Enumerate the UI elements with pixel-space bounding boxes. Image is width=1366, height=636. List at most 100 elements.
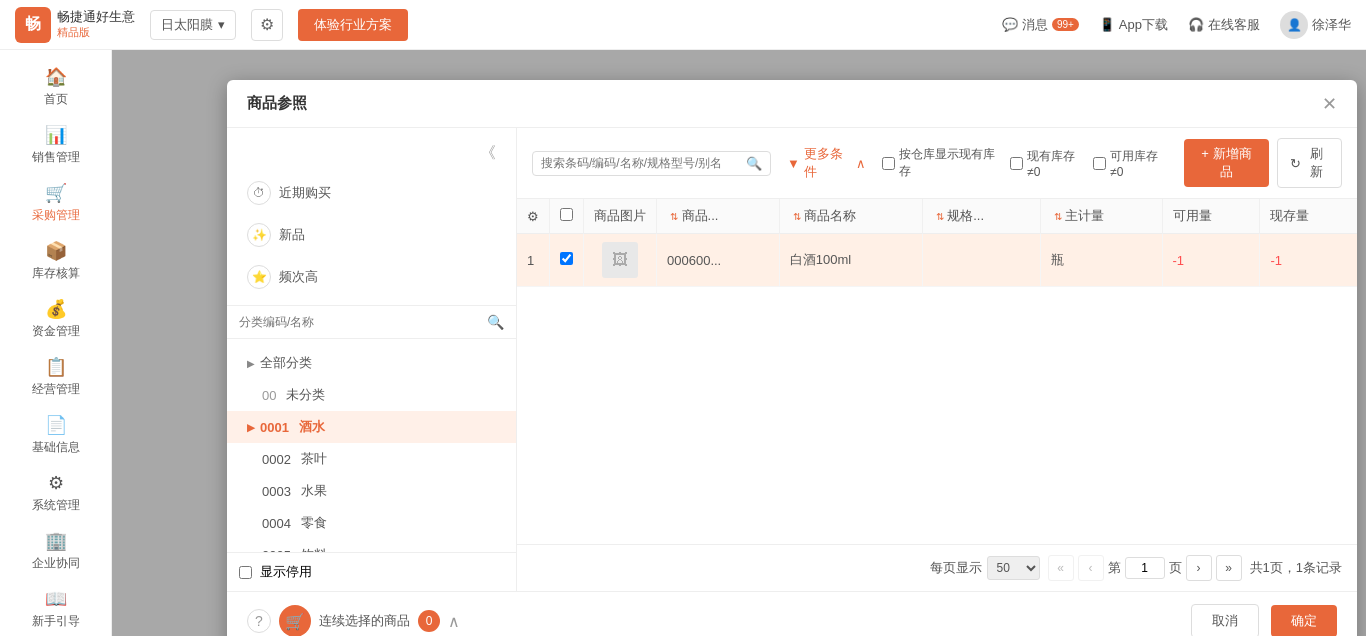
col-code[interactable]: ⇅ 商品... <box>657 199 780 234</box>
col-stock[interactable]: 现存量 <box>1260 199 1357 234</box>
recent-purchase-item[interactable]: ⏱ 近期购买 <box>239 175 504 211</box>
navbar-right: 💬 消息 99+ 📱 App下载 🎧 在线客服 👤 徐泽华 <box>1002 11 1351 39</box>
page-nav: « ‹ 第 页 › » <box>1048 555 1242 581</box>
category-0002[interactable]: 0002 茶叶 <box>227 443 516 475</box>
col-spec[interactable]: ⇅ 规格... <box>922 199 1040 234</box>
user-item[interactable]: 👤 徐泽华 <box>1280 11 1351 39</box>
confirm-button[interactable]: 确定 <box>1271 605 1337 636</box>
system-icon: ⚙ <box>48 472 64 494</box>
col-image: 商品图片 <box>584 199 657 234</box>
online-service-item[interactable]: 🎧 在线客服 <box>1188 16 1260 34</box>
frequent-label: 频次高 <box>279 268 318 286</box>
cancel-button[interactable]: 取消 <box>1191 604 1259 636</box>
category-all[interactable]: ▶ 全部分类 <box>227 347 516 379</box>
available-stock-checkbox[interactable] <box>1093 157 1106 170</box>
basic-icon: 📄 <box>45 414 67 436</box>
sidebar-label-sales: 销售管理 <box>32 149 80 166</box>
refresh-btn[interactable]: ↻ 刷新 <box>1277 138 1342 188</box>
sidebar-item-guide[interactable]: 📖 新手引导 <box>0 580 111 636</box>
category-0002-code: 0002 <box>262 452 291 467</box>
message-item[interactable]: 💬 消息 99+ <box>1002 16 1079 34</box>
next-page-btn[interactable]: › <box>1186 555 1212 581</box>
help-button[interactable]: ? <box>247 609 271 633</box>
select-all-checkbox[interactable] <box>560 208 573 221</box>
category-0001-name: 酒水 <box>299 418 325 436</box>
sidebar-item-sales[interactable]: 📊 销售管理 <box>0 116 111 174</box>
row-unit: 瓶 <box>1040 234 1162 287</box>
filter-button[interactable]: ▼ 更多条件 ∧ <box>779 141 874 185</box>
category-0004-name: 零食 <box>301 514 327 532</box>
warehouse-stock-checkbox-label[interactable]: 按仓库显示现有库存 <box>882 146 1002 180</box>
col-settings[interactable]: ⚙ <box>517 199 550 234</box>
col-unit[interactable]: ⇅ 主计量 <box>1040 199 1162 234</box>
category-0001[interactable]: ▶ 0001 酒水 <box>227 411 516 443</box>
sidebar-item-home[interactable]: 🏠 首页 <box>0 58 111 116</box>
existing-stock-checkbox-label[interactable]: 现有库存≠0 <box>1010 148 1085 179</box>
logo-icon: 畅 <box>15 7 51 43</box>
page-number-input[interactable] <box>1125 557 1165 579</box>
modal-close-button[interactable]: ✕ <box>1322 95 1337 113</box>
table-row[interactable]: 1 🖼 000600... 白酒100ml 瓶 -1 -1 <box>517 234 1357 287</box>
star-icon: ⭐ <box>247 265 271 289</box>
col-checkbox[interactable] <box>550 199 584 234</box>
new-product-item[interactable]: ✨ 新品 <box>239 217 504 253</box>
refresh-label: 刷新 <box>1305 145 1329 181</box>
sidebar-item-basic[interactable]: 📄 基础信息 <box>0 406 111 464</box>
new-icon: ✨ <box>247 223 271 247</box>
footer-collapse-btn[interactable]: ∧ <box>448 612 460 631</box>
row-checkbox-cell[interactable] <box>550 234 584 287</box>
available-stock-checkbox-label[interactable]: 可用库存≠0 <box>1093 148 1168 179</box>
row-checkbox[interactable] <box>560 252 573 265</box>
sidebar-item-assets[interactable]: 💰 资金管理 <box>0 290 111 348</box>
search-magnify-icon: 🔍 <box>746 156 762 171</box>
col-name[interactable]: ⇅ 商品名称 <box>779 199 922 234</box>
frequent-item[interactable]: ⭐ 频次高 <box>239 259 504 295</box>
toolbar: 🔍 ▼ 更多条件 ∧ 按仓库显示现有库存 <box>517 128 1357 199</box>
warehouse-stock-label: 按仓库显示现有库存 <box>899 146 1002 180</box>
category-0005[interactable]: 0005 饮料 <box>227 539 516 552</box>
add-product-btn[interactable]: + 新增商品 <box>1184 139 1269 187</box>
online-service-label: 在线客服 <box>1208 16 1260 34</box>
settings-button[interactable]: ⚙ <box>251 9 283 41</box>
modal-header: 商品参照 ✕ <box>227 80 1357 128</box>
sidebar-label-operations: 经营管理 <box>32 381 80 398</box>
content-area: 商品参照 ✕ 《 ⏱ 近期购买 <box>112 50 1366 636</box>
sidebar-item-purchase[interactable]: 🛒 采购管理 <box>0 174 111 232</box>
category-search-input[interactable] <box>239 315 481 329</box>
existing-stock-checkbox[interactable] <box>1010 157 1023 170</box>
sidebar-label-system: 系统管理 <box>32 497 80 514</box>
company-selector[interactable]: 日太阳膜 ▾ <box>150 10 236 40</box>
per-page-dropdown[interactable]: 50 10 20 100 <box>987 556 1040 580</box>
sidebar-item-system[interactable]: ⚙ 系统管理 <box>0 464 111 522</box>
sort-icon-unit: ⇅ <box>1054 211 1062 222</box>
col-image-label: 商品图片 <box>594 208 646 223</box>
product-reference-modal: 商品参照 ✕ 《 ⏱ 近期购买 <box>227 80 1357 636</box>
category-0003[interactable]: 0003 水果 <box>227 475 516 507</box>
sidebar-item-enterprise[interactable]: 🏢 企业协同 <box>0 522 111 580</box>
category-0003-code: 0003 <box>262 484 291 499</box>
prev-page-btn[interactable]: ‹ <box>1078 555 1104 581</box>
product-search-input[interactable] <box>541 156 741 170</box>
sidebar-item-operations[interactable]: 📋 经营管理 <box>0 348 111 406</box>
cart-button[interactable]: 🛒 <box>279 605 311 636</box>
logo-sub: 精品版 <box>57 25 135 40</box>
product-table-wrapper: ⚙ 商品图片 ⇅ 商品... <box>517 199 1357 544</box>
collapse-left-panel-btn[interactable]: 《 <box>472 138 504 169</box>
category-00-code: 00 <box>262 388 276 403</box>
first-page-btn[interactable]: « <box>1048 555 1074 581</box>
sidebar-item-inventory[interactable]: 📦 库存核算 <box>0 232 111 290</box>
col-available[interactable]: 可用量 <box>1162 199 1260 234</box>
product-search-box[interactable]: 🔍 <box>532 151 771 176</box>
category-00[interactable]: 00 未分类 <box>227 379 516 411</box>
search-icon[interactable]: 🔍 <box>487 314 504 330</box>
enterprise-icon: 🏢 <box>45 530 67 552</box>
show-disabled-checkbox[interactable] <box>239 566 252 579</box>
category-0004[interactable]: 0004 零食 <box>227 507 516 539</box>
experience-btn[interactable]: 体验行业方案 <box>298 9 408 41</box>
warehouse-stock-checkbox[interactable] <box>882 157 895 170</box>
sort-icon-name: ⇅ <box>793 211 801 222</box>
row-index: 1 <box>517 234 550 287</box>
last-page-btn[interactable]: » <box>1216 555 1242 581</box>
user-name: 徐泽华 <box>1312 16 1351 34</box>
app-download-item[interactable]: 📱 App下载 <box>1099 16 1168 34</box>
